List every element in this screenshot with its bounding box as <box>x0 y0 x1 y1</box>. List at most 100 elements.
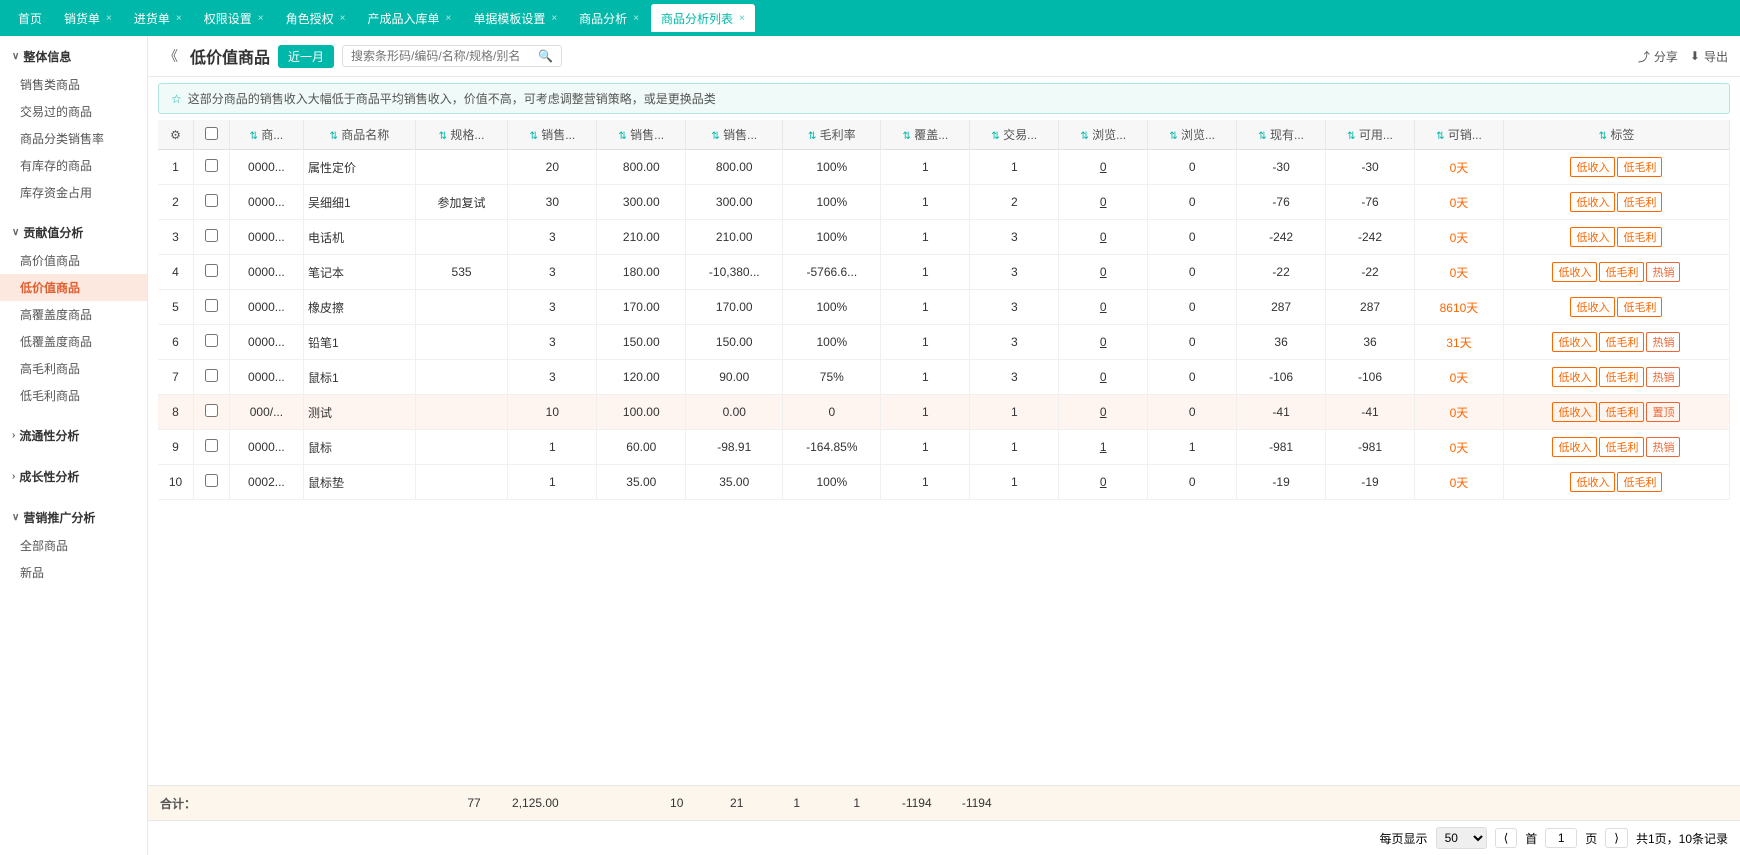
nav-purchase-order[interactable]: 进货单 × <box>124 4 192 32</box>
per-page-select[interactable]: 50 100 200 <box>1436 827 1487 849</box>
row-checkbox[interactable] <box>205 439 218 452</box>
search-input[interactable] <box>351 49 534 63</box>
sidebar-group-flow[interactable]: › 流通性分析 <box>0 421 147 450</box>
nav-permission-settings[interactable]: 权限设置 × <box>194 4 274 32</box>
next-page-button[interactable]: ⟩ <box>1605 828 1628 848</box>
row-checkbox[interactable] <box>205 474 218 487</box>
col-sales-qty[interactable]: ⇅ 销售... <box>508 120 597 150</box>
sidebar-item-category-sales-rate[interactable]: 商品分类销售率 <box>0 125 147 152</box>
sidebar-item-new-products[interactable]: 新品 <box>0 559 147 586</box>
close-icon[interactable]: × <box>340 13 346 24</box>
table-container[interactable]: ⚙ ⇅ 商... ⇅ 商品名称 ⇅ 规格... ⇅ 销售... ⇅ 销售... … <box>148 120 1740 785</box>
close-icon[interactable]: × <box>739 13 745 24</box>
share-button[interactable]: ⤴ 分享 <box>1638 48 1678 65</box>
row-checkbox[interactable] <box>205 404 218 417</box>
browse-link[interactable]: 0 <box>1100 405 1107 419</box>
col-sales-amount[interactable]: ⇅ 销售... <box>686 120 783 150</box>
row-checkbox[interactable] <box>205 264 218 277</box>
cell-browse1[interactable]: 0 <box>1059 395 1148 430</box>
nav-product-analysis-list[interactable]: 商品分析列表 × <box>651 4 755 32</box>
col-checkbox[interactable] <box>194 120 230 150</box>
cell-checkbox[interactable] <box>194 255 230 290</box>
col-settings[interactable]: ⚙ <box>158 120 194 150</box>
nav-product-analysis[interactable]: 商品分析 × <box>569 4 649 32</box>
row-checkbox[interactable] <box>205 194 218 207</box>
nav-sales-order[interactable]: 销货单 × <box>54 4 122 32</box>
sidebar-item-low-coverage[interactable]: 低覆盖度商品 <box>0 328 147 355</box>
export-button[interactable]: ⬇ 导出 <box>1690 48 1728 65</box>
sidebar-item-low-value[interactable]: 低价值商品 <box>0 274 147 301</box>
cell-checkbox[interactable] <box>194 150 230 185</box>
col-gross-margin[interactable]: ⇅ 毛利率 <box>783 120 881 150</box>
row-checkbox[interactable] <box>205 369 218 382</box>
cell-browse1[interactable]: 0 <box>1059 325 1148 360</box>
browse-link[interactable]: 0 <box>1100 160 1107 174</box>
sidebar-item-all-products[interactable]: 全部商品 <box>0 532 147 559</box>
close-icon[interactable]: × <box>551 13 557 24</box>
cell-browse1[interactable]: 0 <box>1059 185 1148 220</box>
first-page-button[interactable]: ⟨ <box>1495 828 1518 848</box>
col-browse1[interactable]: ⇅ 浏览... <box>1059 120 1148 150</box>
sidebar-item-high-coverage[interactable]: 高覆盖度商品 <box>0 301 147 328</box>
col-available[interactable]: ⇅ 可用... <box>1326 120 1415 150</box>
cell-browse1[interactable]: 0 <box>1059 465 1148 500</box>
nav-template-settings[interactable]: 单据模板设置 × <box>463 4 567 32</box>
browse-link[interactable]: 0 <box>1100 335 1107 349</box>
browse-link[interactable]: 0 <box>1100 195 1107 209</box>
col-browse2[interactable]: ⇅ 浏览... <box>1148 120 1237 150</box>
row-checkbox[interactable] <box>205 299 218 312</box>
browse-link[interactable]: 0 <box>1100 475 1107 489</box>
sidebar-item-traded-products[interactable]: 交易过的商品 <box>0 98 147 125</box>
col-sales-price[interactable]: ⇅ 销售... <box>597 120 686 150</box>
cell-checkbox[interactable] <box>194 325 230 360</box>
time-filter-button[interactable]: 近一月 <box>278 45 334 68</box>
cell-checkbox[interactable] <box>194 465 230 500</box>
close-icon[interactable]: × <box>258 13 264 24</box>
nav-home[interactable]: 首页 <box>8 4 52 32</box>
browse-link[interactable]: 0 <box>1100 370 1107 384</box>
col-coverage[interactable]: ⇅ 覆盖... <box>881 120 970 150</box>
cell-checkbox[interactable] <box>194 220 230 255</box>
col-current-stock[interactable]: ⇅ 现有... <box>1237 120 1326 150</box>
col-code[interactable]: ⇅ 商... <box>229 120 303 150</box>
cell-browse1[interactable]: 1 <box>1059 430 1148 465</box>
sidebar-item-high-margin[interactable]: 高毛利商品 <box>0 355 147 382</box>
sidebar-group-growth[interactable]: › 成长性分析 <box>0 462 147 491</box>
col-sellable[interactable]: ⇅ 可销... <box>1415 120 1504 150</box>
sidebar-item-sales-products[interactable]: 销售类商品 <box>0 71 147 98</box>
row-checkbox[interactable] <box>205 334 218 347</box>
row-checkbox[interactable] <box>205 159 218 172</box>
col-tags[interactable]: ⇅ 标签 <box>1503 120 1729 150</box>
cell-browse1[interactable]: 0 <box>1059 255 1148 290</box>
close-icon[interactable]: × <box>633 13 639 24</box>
close-icon[interactable]: × <box>176 13 182 24</box>
nav-role-auth[interactable]: 角色授权 × <box>276 4 356 32</box>
cell-checkbox[interactable] <box>194 185 230 220</box>
browse-link[interactable]: 0 <box>1100 230 1107 244</box>
cell-browse1[interactable]: 0 <box>1059 220 1148 255</box>
search-icon[interactable]: 🔍 <box>538 49 553 63</box>
sidebar-item-stocked-products[interactable]: 有库存的商品 <box>0 152 147 179</box>
browse-link[interactable]: 1 <box>1100 440 1107 454</box>
page-number-input[interactable] <box>1545 828 1577 848</box>
col-spec[interactable]: ⇅ 规格... <box>415 120 508 150</box>
close-icon[interactable]: × <box>106 13 112 24</box>
sidebar-group-contribution[interactable]: ∨ 贡献值分析 <box>0 218 147 247</box>
sidebar-item-inventory-fund[interactable]: 库存资金占用 <box>0 179 147 206</box>
col-transaction[interactable]: ⇅ 交易... <box>970 120 1059 150</box>
sidebar-item-high-value[interactable]: 高价值商品 <box>0 247 147 274</box>
select-all-checkbox[interactable] <box>205 127 218 140</box>
collapse-button[interactable]: 《 <box>160 44 182 68</box>
browse-link[interactable]: 0 <box>1100 300 1107 314</box>
nav-finished-goods[interactable]: 产成品入库单 × <box>357 4 461 32</box>
cell-checkbox[interactable] <box>194 360 230 395</box>
cell-checkbox[interactable] <box>194 290 230 325</box>
col-name[interactable]: ⇅ 商品名称 <box>304 120 416 150</box>
cell-browse1[interactable]: 0 <box>1059 290 1148 325</box>
browse-link[interactable]: 0 <box>1100 265 1107 279</box>
cell-browse1[interactable]: 0 <box>1059 360 1148 395</box>
cell-browse1[interactable]: 0 <box>1059 150 1148 185</box>
close-icon[interactable]: × <box>445 13 451 24</box>
sidebar-group-overall[interactable]: ∨ 整体信息 <box>0 42 147 71</box>
cell-checkbox[interactable] <box>194 395 230 430</box>
